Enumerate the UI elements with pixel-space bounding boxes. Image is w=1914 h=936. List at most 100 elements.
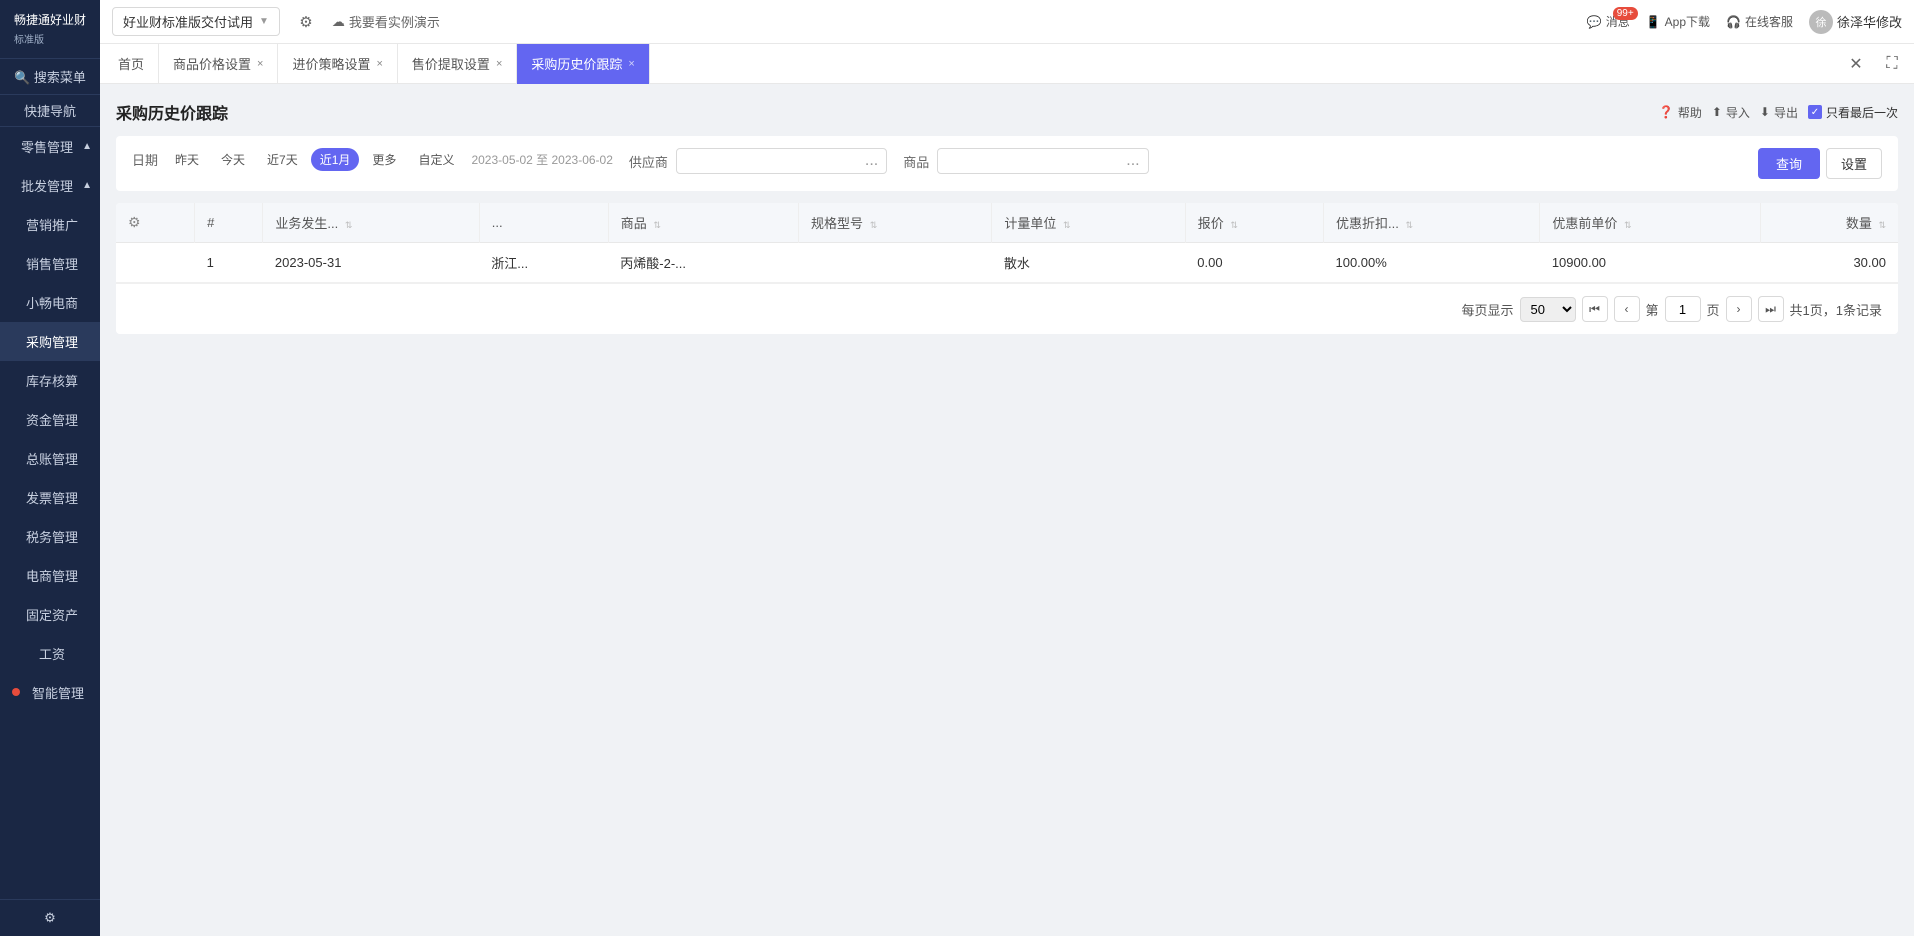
only-last-checkbox[interactable]: 只看最后一次 (1808, 104, 1898, 121)
sidebar-item-payroll[interactable]: 工资 (0, 634, 100, 673)
date-btn-more[interactable]: 更多 (363, 148, 405, 171)
tab-maximize-button[interactable]: ⛶ (1878, 50, 1906, 78)
date-btn-7days[interactable]: 近7天 (258, 148, 307, 171)
sidebar-search[interactable]: 🔍 搜索菜单 (0, 59, 100, 95)
query-button[interactable]: 查询 (1758, 148, 1820, 179)
tab-price[interactable]: 商品价格设置 × (159, 44, 278, 84)
col-discount[interactable]: 优惠折扣... ⇅ (1323, 203, 1539, 243)
cell-spec (799, 243, 992, 283)
tabs-right-controls: ✕ ⛶ (1842, 50, 1914, 78)
user-menu-button[interactable]: 徐 徐泽华修改 (1809, 10, 1902, 34)
message-icon: 💬 (1587, 15, 1602, 29)
app-download-button[interactable]: 📱 App下载 (1646, 13, 1710, 30)
tab-sale-close-icon[interactable]: × (496, 58, 502, 70)
tab-price-label: 商品价格设置 (173, 54, 251, 73)
sidebar-item-ecommerce-small[interactable]: 小畅电商 (0, 283, 100, 322)
col-product[interactable]: 商品 ⇅ (608, 203, 798, 243)
table-gear-icon[interactable]: ⚙ (128, 214, 141, 230)
page-suffix: 页 (1707, 300, 1720, 319)
product-sort-icon: ⇅ (653, 220, 661, 230)
tab-history-label: 采购历史价跟踪 (531, 54, 622, 73)
next-page-button[interactable]: › (1726, 296, 1752, 322)
sidebar-item-finance[interactable]: 资金管理 (0, 400, 100, 439)
page-size-select[interactable]: 10 20 50 100 (1520, 297, 1576, 322)
col-price[interactable]: 报价 ⇅ (1185, 203, 1323, 243)
tab-price-close-icon[interactable]: × (257, 58, 263, 70)
tab-history-close-icon[interactable]: × (628, 58, 634, 70)
setting-button[interactable]: 设置 (1826, 148, 1882, 179)
qty-sort-icon: ⇅ (1878, 220, 1886, 230)
message-badge: 99+ (1613, 7, 1638, 20)
product-selector[interactable]: 好业财标准版交付试用 ▼ (112, 7, 280, 36)
demo-icon: ☁ (332, 14, 345, 30)
last-page-button[interactable]: ⏭ (1758, 296, 1784, 322)
spec-sort-icon: ⇅ (870, 220, 878, 230)
col-gear[interactable]: ⚙ (116, 203, 195, 243)
product-filter-group: 商品 ... (903, 148, 1148, 174)
sidebar-item-assets[interactable]: 固定资产 (0, 595, 100, 634)
date-filter-label: 日期 (132, 150, 158, 169)
sidebar-item-sales-label: 销售管理 (12, 254, 92, 273)
tab-close-window-button[interactable]: ✕ (1842, 50, 1870, 78)
product-dots-button[interactable]: ... (1126, 152, 1139, 170)
date-sort-icon: ⇅ (345, 220, 353, 230)
col-spec[interactable]: 规格型号 ⇅ (799, 203, 992, 243)
cell-seq: 1 (195, 243, 263, 283)
prev-page-button[interactable]: ‹ (1614, 296, 1640, 322)
product-input[interactable] (946, 154, 1122, 169)
tab-history[interactable]: 采购历史价跟踪 × (517, 44, 649, 84)
date-btn-yesterday[interactable]: 昨天 (166, 148, 208, 171)
page-title: 采购历史价跟踪 (116, 100, 228, 124)
sidebar-item-general[interactable]: 总账管理 (0, 439, 100, 478)
cell-dots: 浙江... (479, 243, 608, 283)
col-qty[interactable]: 数量 ⇅ (1761, 203, 1898, 243)
tab-strategy-label: 进价策略设置 (292, 54, 370, 73)
supplier-dots-button[interactable]: ... (865, 152, 878, 170)
sidebar-item-sales[interactable]: 销售管理 (0, 244, 100, 283)
sidebar-item-retail[interactable]: 零售管理 ▲ (0, 127, 100, 166)
sidebar-item-inventory[interactable]: 库存核算 (0, 361, 100, 400)
supplier-filter-group: 供应商 ... (629, 148, 887, 174)
sidebar-item-invoice[interactable]: 发票管理 (0, 478, 100, 517)
export-button[interactable]: ⬇ 导出 (1760, 104, 1798, 121)
col-pre-price[interactable]: 优惠前单价 ⇅ (1540, 203, 1761, 243)
sidebar-item-finance-label: 资金管理 (12, 410, 92, 429)
help-button[interactable]: ❓ 帮助 (1659, 104, 1702, 121)
export-label: 导出 (1774, 104, 1798, 121)
col-date[interactable]: 业务发生... ⇅ (263, 203, 479, 243)
cell-date: 2023-05-31 (263, 243, 479, 283)
message-button[interactable]: 💬 消息 99+ (1587, 13, 1630, 30)
topbar-gear-button[interactable]: ⚙ (292, 8, 320, 36)
page-number-input[interactable] (1665, 296, 1701, 322)
sidebar-item-smart[interactable]: 智能管理 (0, 673, 100, 712)
per-page-label: 每页显示 (1461, 300, 1513, 319)
date-btn-today[interactable]: 今天 (212, 148, 254, 171)
sidebar-nav-label: 快捷导航 (24, 104, 76, 119)
sidebar-item-purchase-label: 采购管理 (12, 332, 92, 351)
sidebar-item-wholesale[interactable]: 批发管理 ▲ (0, 166, 100, 205)
tab-strategy-close-icon[interactable]: × (376, 58, 382, 70)
sidebar-item-tax[interactable]: 税务管理 (0, 517, 100, 556)
pagination: 每页显示 10 20 50 100 ⏮ ‹ 第 页 › ⏭ 共1页，1条记录 (116, 283, 1898, 334)
import-button[interactable]: ⬆ 导入 (1712, 104, 1750, 121)
sidebar-item-payroll-label: 工资 (12, 644, 92, 663)
sidebar-settings-button[interactable]: ⚙ (0, 899, 100, 936)
import-label: 导入 (1726, 104, 1750, 121)
supplier-input[interactable] (685, 154, 861, 169)
first-page-button[interactable]: ⏮ (1582, 296, 1608, 322)
sidebar-item-marketing[interactable]: 营销推广 (0, 205, 100, 244)
online-service-button[interactable]: 🎧 在线客服 (1726, 13, 1793, 30)
product-input-wrap: ... (937, 148, 1148, 174)
col-unit[interactable]: 计量单位 ⇅ (992, 203, 1185, 243)
sidebar-item-purchase[interactable]: 采购管理 (0, 322, 100, 361)
date-btn-1month[interactable]: 近1月 (311, 148, 360, 171)
sidebar-quick-nav[interactable]: 快捷导航 (0, 95, 100, 127)
chevron-down-icon: ▼ (259, 16, 269, 27)
tab-strategy[interactable]: 进价策略设置 × (278, 44, 397, 84)
date-btn-custom[interactable]: 自定义 (409, 148, 463, 171)
demo-button[interactable]: ☁ 我要看实例演示 (332, 12, 440, 31)
sidebar-item-ecommerce[interactable]: 电商管理 (0, 556, 100, 595)
tab-home[interactable]: 首页 (104, 44, 159, 84)
tab-sale[interactable]: 售价提取设置 × (398, 44, 517, 84)
page-content: 采购历史价跟踪 ❓ 帮助 ⬆ 导入 ⬇ 导出 只看最后一次 (100, 84, 1914, 936)
